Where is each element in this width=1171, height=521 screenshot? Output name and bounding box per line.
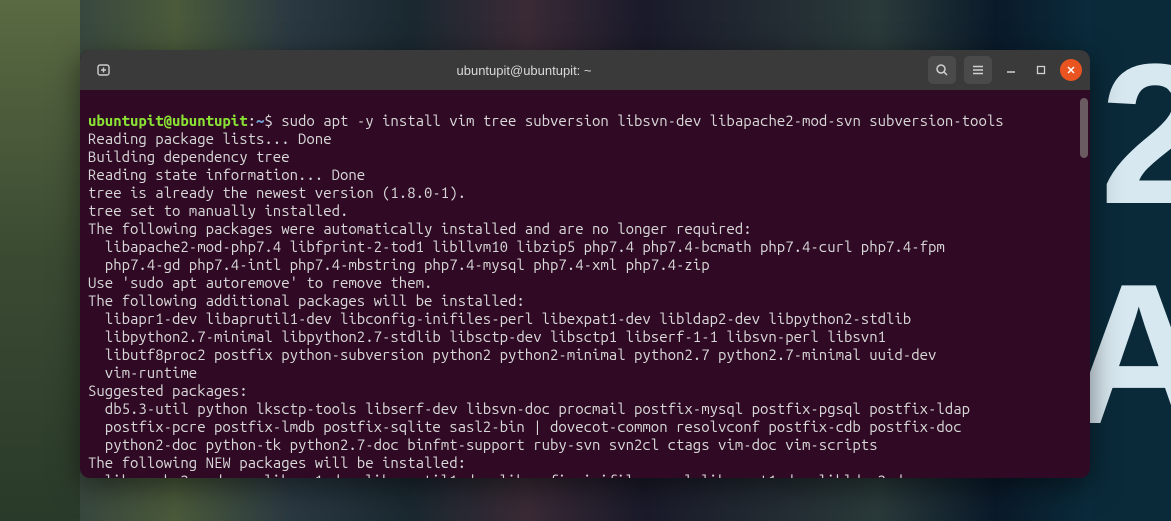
desktop-background-right [1091, 0, 1171, 521]
output-line: vim-runtime [88, 364, 197, 381]
output-line: libutf8proc2 postfix python-subversion p… [88, 346, 936, 363]
prompt-sigil: $ [264, 112, 272, 129]
output-line: postfix-pcre postfix-lmdb postfix-sqlite… [88, 418, 962, 435]
output-line: libapache2-mod-php7.4 libfprint-2-tod1 l… [88, 238, 945, 255]
output-line: Reading state information... Done [88, 166, 365, 183]
prompt-userhost: ubuntupit@ubuntupit [88, 112, 248, 129]
menu-button[interactable] [964, 56, 992, 84]
maximize-icon [1036, 65, 1046, 75]
output-line: php7.4-gd php7.4-intl php7.4-mbstring ph… [88, 256, 710, 273]
minimize-button[interactable] [1000, 59, 1022, 81]
output-line: The following packages were automaticall… [88, 220, 752, 237]
output-line: Use 'sudo apt autoremove' to remove them… [88, 274, 432, 291]
output-line: libapache2-mod-svn libapr1-dev libapruti… [88, 472, 920, 478]
command-text: sudo apt -y install vim tree subversion … [281, 112, 1003, 129]
close-button[interactable] [1060, 59, 1082, 81]
scrollbar-thumb[interactable] [1080, 98, 1088, 158]
output-line: libpython2.7-minimal libpython2.7-stdlib… [88, 328, 886, 345]
output-line: The following NEW packages will be insta… [88, 454, 466, 471]
output-line: tree is already the newest version (1.8.… [88, 184, 466, 201]
output-line: tree set to manually installed. [88, 202, 348, 219]
output-line: The following additional packages will b… [88, 292, 525, 309]
close-icon [1066, 65, 1076, 75]
output-line: db5.3-util python lksctp-tools libserf-d… [88, 400, 970, 417]
titlebar-left-controls [88, 56, 120, 84]
output-line: python2-doc python-tk python2.7-doc binf… [88, 436, 878, 453]
terminal-window: ubuntupit@ubuntupit: ~ [80, 50, 1090, 478]
desktop-background-left [0, 0, 80, 521]
output-line: Suggested packages: [88, 382, 248, 399]
terminal-content[interactable]: ubuntupit@ubuntupit:~$ sudo apt -y insta… [80, 90, 1090, 478]
minimize-icon [1006, 65, 1016, 75]
new-tab-button[interactable] [88, 56, 120, 84]
maximize-button[interactable] [1030, 59, 1052, 81]
prompt-sep: : [248, 112, 256, 129]
titlebar: ubuntupit@ubuntupit: ~ [80, 50, 1090, 90]
output-line: Building dependency tree [88, 148, 290, 165]
output-line: libapr1-dev libaprutil1-dev libconfig-in… [88, 310, 911, 327]
titlebar-right-controls [928, 56, 1082, 84]
prompt-line: ubuntupit@ubuntupit:~$ sudo apt -y insta… [88, 112, 1004, 129]
new-tab-icon [96, 62, 112, 78]
hamburger-icon [971, 63, 985, 77]
search-icon [935, 63, 949, 77]
search-button[interactable] [928, 56, 956, 84]
output-line: Reading package lists... Done [88, 130, 332, 147]
window-title: ubuntupit@ubuntupit: ~ [120, 63, 928, 78]
